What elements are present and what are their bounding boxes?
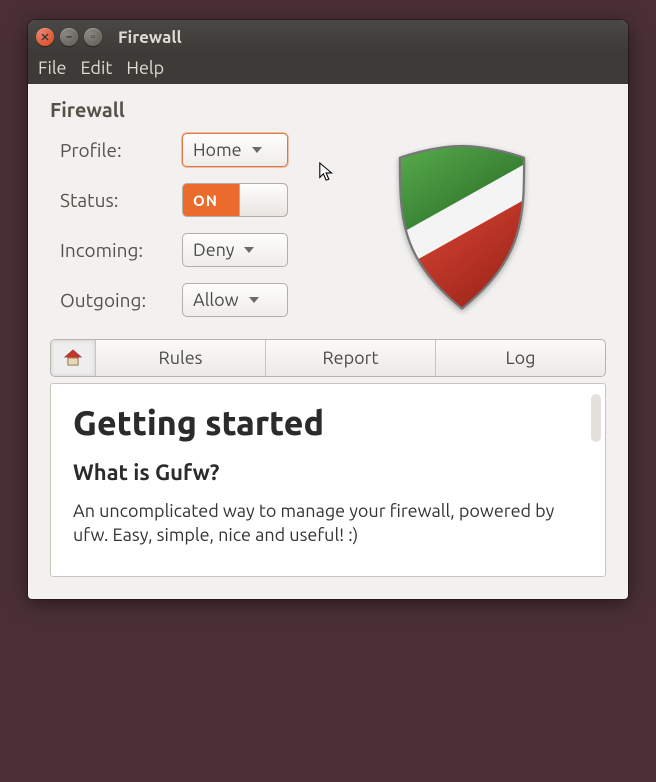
status-on-text: ON bbox=[183, 192, 218, 209]
menu-edit[interactable]: Edit bbox=[81, 58, 113, 78]
menu-help[interactable]: Help bbox=[126, 58, 164, 78]
tab-bar: Rules Report Log bbox=[50, 339, 606, 377]
profile-value: Home bbox=[193, 140, 242, 160]
panel-subheading: What is Gufw? bbox=[73, 460, 583, 485]
incoming-combo[interactable]: Deny bbox=[182, 233, 288, 267]
toggle-knob bbox=[239, 184, 287, 216]
home-icon bbox=[63, 349, 83, 367]
panel-paragraph: An uncomplicated way to manage your fire… bbox=[73, 499, 583, 548]
close-icon[interactable]: ✕ bbox=[36, 28, 54, 46]
panel-heading: Getting started bbox=[73, 404, 583, 442]
chevron-down-icon bbox=[244, 247, 254, 253]
status-toggle[interactable]: ON bbox=[182, 183, 288, 217]
menubar: File Edit Help bbox=[28, 54, 628, 84]
maximize-icon[interactable]: ▫ bbox=[84, 28, 102, 46]
tab-report[interactable]: Report bbox=[265, 340, 435, 376]
info-panel: Getting started What is Gufw? An uncompl… bbox=[50, 383, 606, 577]
tab-home[interactable] bbox=[51, 340, 95, 376]
profile-label: Profile: bbox=[60, 139, 170, 161]
shield-wrap bbox=[318, 133, 606, 313]
outgoing-value: Allow bbox=[193, 290, 239, 310]
shield-icon bbox=[387, 143, 537, 313]
minimize-icon[interactable]: – bbox=[60, 28, 78, 46]
incoming-value: Deny bbox=[193, 240, 234, 260]
section-title: Firewall bbox=[50, 98, 606, 121]
profile-combo[interactable]: Home bbox=[182, 133, 288, 167]
tab-log[interactable]: Log bbox=[435, 340, 605, 376]
menu-file[interactable]: File bbox=[38, 58, 67, 78]
chevron-down-icon bbox=[252, 147, 262, 153]
form-grid: Profile: Home Status: ON Incoming: Deny … bbox=[50, 133, 288, 317]
chevron-down-icon bbox=[249, 297, 259, 303]
tab-rules[interactable]: Rules bbox=[95, 340, 265, 376]
content-area: Firewall Profile: Home Status: ON Incomi… bbox=[28, 84, 628, 599]
incoming-label: Incoming: bbox=[60, 239, 170, 261]
scrollbar-thumb[interactable] bbox=[591, 394, 601, 442]
form-area: Profile: Home Status: ON Incoming: Deny … bbox=[50, 133, 606, 317]
window-title: Firewall bbox=[118, 28, 182, 47]
app-window: ✕ – ▫ Firewall File Edit Help Firewall P… bbox=[28, 20, 628, 599]
status-label: Status: bbox=[60, 189, 170, 211]
titlebar: ✕ – ▫ Firewall bbox=[28, 20, 628, 54]
outgoing-label: Outgoing: bbox=[60, 289, 170, 311]
outgoing-combo[interactable]: Allow bbox=[182, 283, 288, 317]
